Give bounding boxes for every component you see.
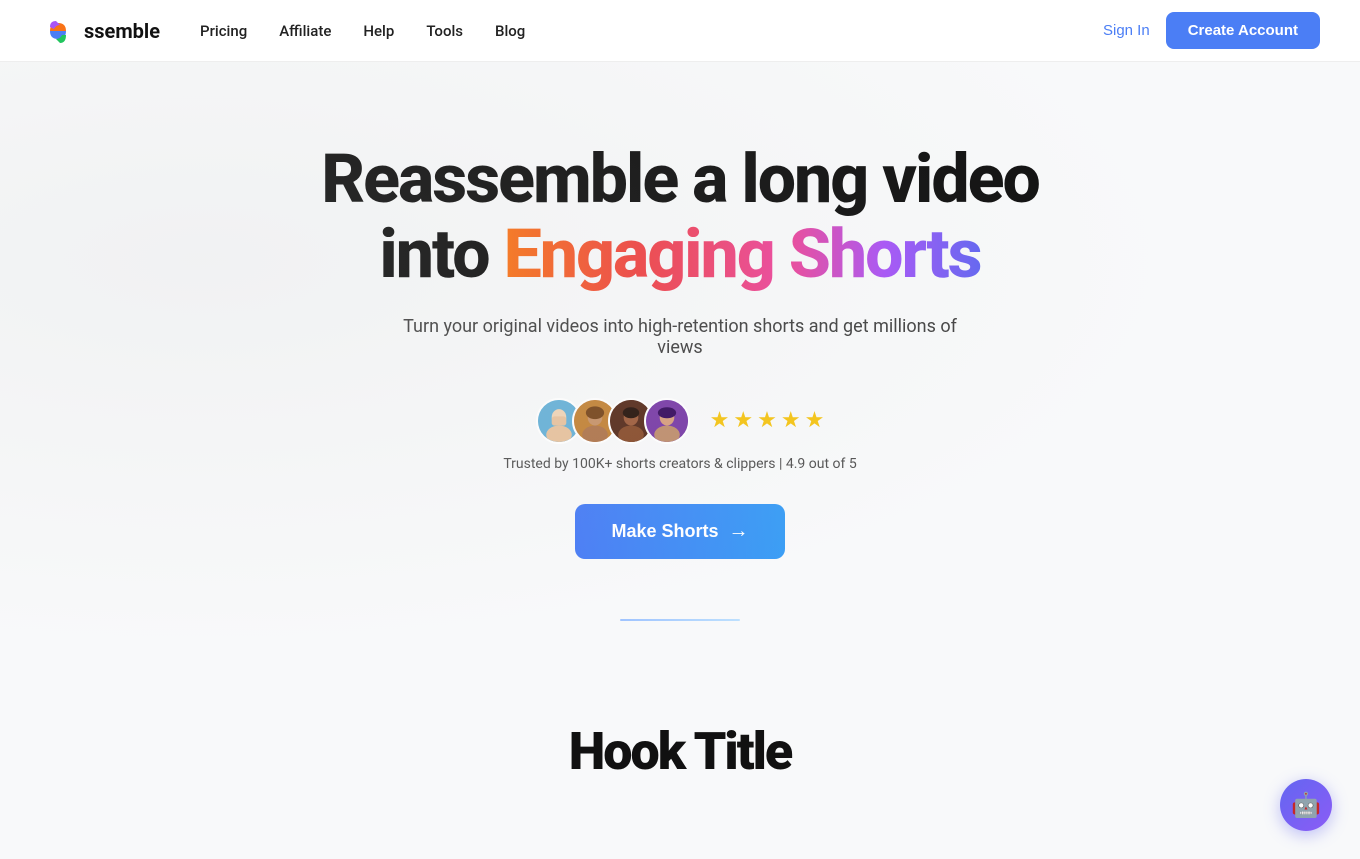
trust-text: Trusted by 100K+ shorts creators & clipp… — [503, 456, 856, 472]
nav-actions: Sign In Create Account — [1103, 12, 1320, 49]
nav-blog[interactable]: Blog — [495, 22, 525, 40]
cta-label: Make Shorts — [611, 521, 718, 542]
nav-help[interactable]: Help — [363, 22, 394, 40]
star-5: ★ — [805, 408, 825, 433]
hero-title-engaging: Engaging — [504, 214, 774, 294]
chatbot-icon: 🤖 — [1291, 791, 1321, 820]
chatbot-button[interactable]: 🤖 — [1280, 779, 1332, 831]
stars: ★ ★ ★ ★ ★ — [710, 408, 825, 433]
avatar-4-img — [646, 398, 688, 444]
hero-section: Reassemble a long video into Engaging Sh… — [0, 62, 1360, 721]
hook-title-preview: Hook Title — [569, 721, 791, 782]
star-1: ★ — [710, 408, 730, 433]
star-4: ★ — [781, 408, 801, 433]
hero-title-shorts: Shorts — [789, 214, 981, 294]
logo-icon — [40, 13, 76, 49]
hero-title-into: into — [379, 214, 503, 294]
nav-affiliate[interactable]: Affiliate — [279, 22, 331, 40]
hero-subtitle: Turn your original videos into high-rete… — [380, 316, 980, 358]
nav-pricing[interactable]: Pricing — [200, 22, 247, 40]
hero-title-line1: Reassemble a long video — [321, 139, 1039, 219]
avatar-group — [536, 398, 690, 444]
hero-title: Reassemble a long video into Engaging Sh… — [321, 142, 1039, 292]
logo-link[interactable]: ssemble — [40, 13, 160, 49]
signin-button[interactable]: Sign In — [1103, 22, 1150, 39]
navbar: ssemble Pricing Affiliate Help Tools Blo… — [0, 0, 1360, 62]
star-3: ★ — [757, 408, 777, 433]
nav-links: Pricing Affiliate Help Tools Blog — [200, 22, 1103, 40]
social-proof: ★ ★ ★ ★ ★ — [536, 398, 825, 444]
divider-line — [620, 619, 740, 621]
logo-text: ssemble — [84, 19, 160, 43]
make-shorts-button[interactable]: Make Shorts → — [575, 504, 784, 559]
below-fold-section: Hook Title — [0, 721, 1360, 822]
nav-tools[interactable]: Tools — [426, 22, 463, 40]
divider-section — [20, 619, 1340, 621]
arrow-icon: → — [729, 520, 749, 543]
hero-title-line2: into Engaging Shorts — [321, 217, 1039, 292]
create-account-button[interactable]: Create Account — [1166, 12, 1320, 49]
stars-section: ★ ★ ★ ★ ★ — [710, 408, 825, 433]
hook-title-text: Hook Title — [569, 721, 791, 782]
avatar-4 — [644, 398, 690, 444]
star-2: ★ — [733, 408, 753, 433]
